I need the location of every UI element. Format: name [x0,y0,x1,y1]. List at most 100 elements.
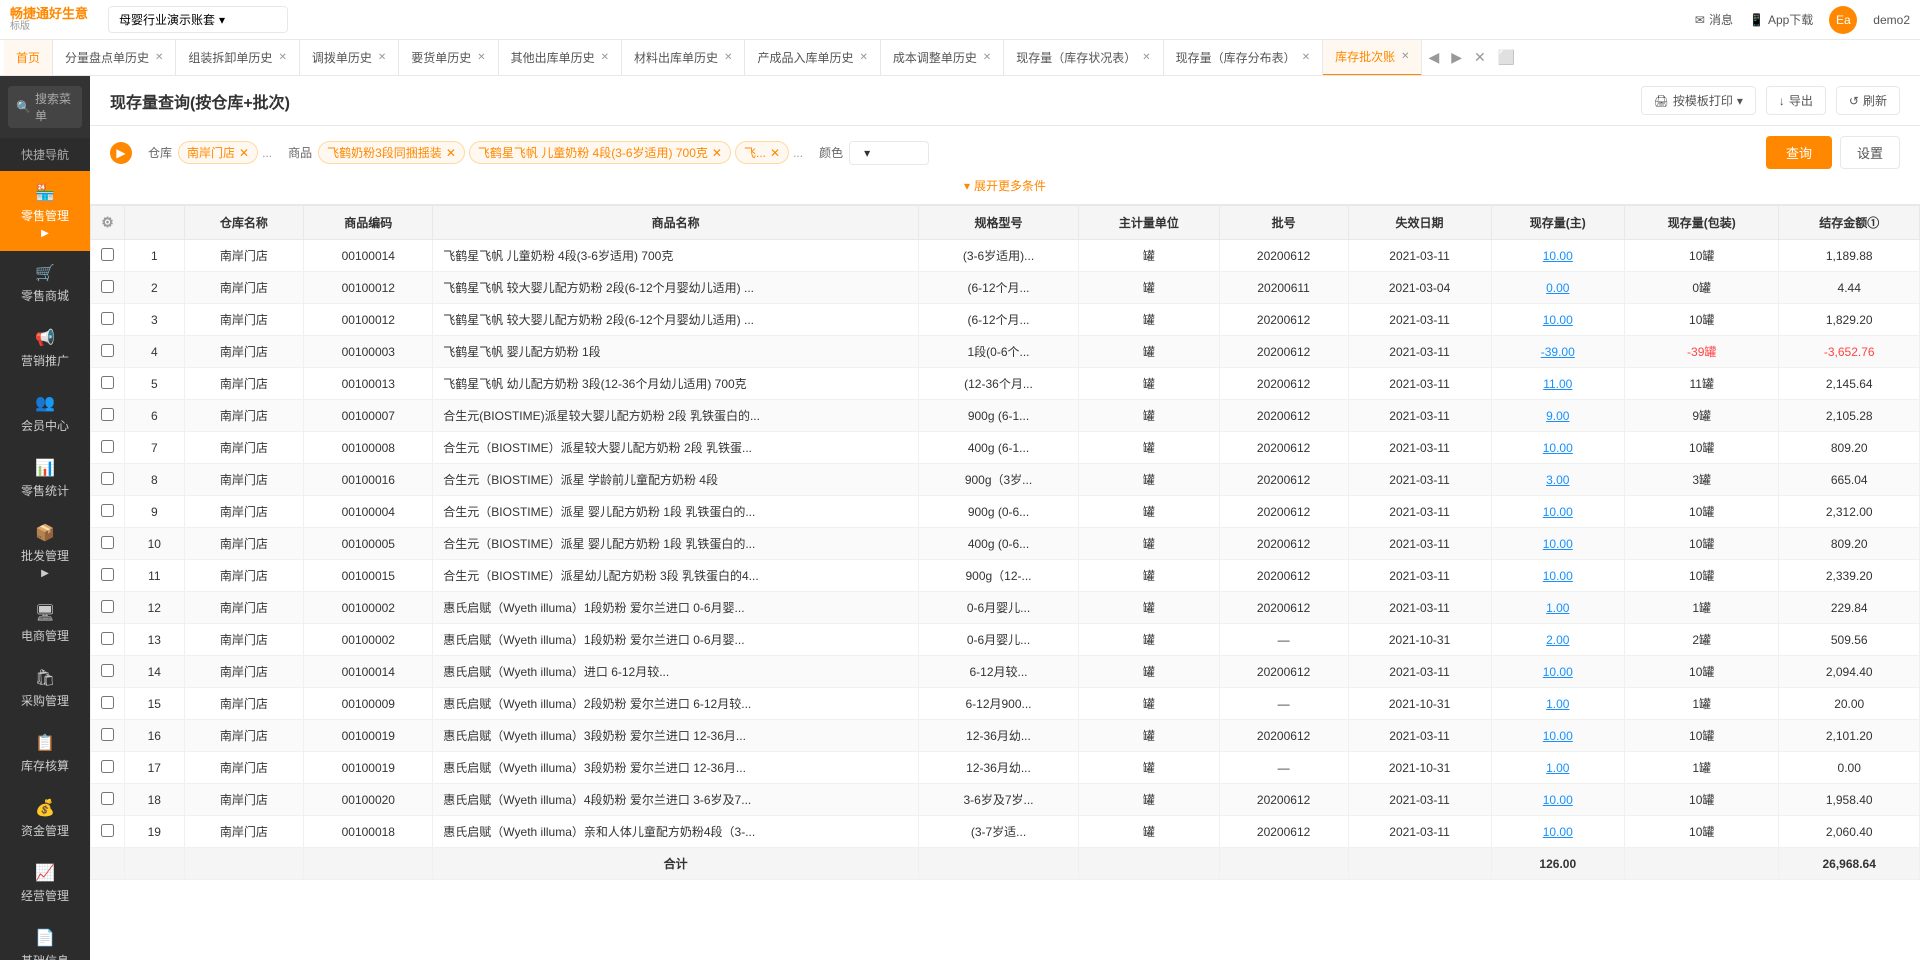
remove-product-tag-1-icon[interactable]: ✕ [446,146,456,160]
tab-11-active[interactable]: 库存批次账 ✕ [1323,40,1422,76]
tab-close-all-btn[interactable]: ✕ [1468,49,1492,66]
tab-3[interactable]: 调拨单历史 ✕ [300,40,399,76]
row-qty-main[interactable]: 11.00 [1491,368,1625,400]
table-row[interactable]: 10 南岸门店 00100005 合生元（BIOSTIME）派星 婴儿配方奶粉 … [91,528,1920,560]
table-row[interactable]: 8 南岸门店 00100016 合生元（BIOSTIME）派星 学龄前儿童配方奶… [91,464,1920,496]
row-qty-main[interactable]: 10.00 [1491,656,1625,688]
sidebar-item-ecommerce[interactable]: 🖥 电商管理 [0,591,90,656]
setting-btn[interactable]: 设置 [1840,136,1900,169]
message-btn[interactable]: ✉ 消息 [1695,11,1733,28]
sidebar-item-marketing[interactable]: 📢 营销推广 [0,316,90,381]
close-tab-9-icon[interactable]: ✕ [1142,52,1150,63]
row-qty-main[interactable]: 10.00 [1491,304,1625,336]
close-tab-5-icon[interactable]: ✕ [601,52,609,63]
warehouse-more[interactable]: ... [262,146,272,160]
refresh-btn[interactable]: ↺ 刷新 [1836,86,1900,115]
row-checkbox[interactable] [101,536,114,549]
table-row[interactable]: 6 南岸门店 00100007 合生元(BIOSTIME)派星较大婴儿配方奶粉 … [91,400,1920,432]
close-tab-8-icon[interactable]: ✕ [983,52,991,63]
table-row[interactable]: 11 南岸门店 00100015 合生元（BIOSTIME）派星幼儿配方奶粉 3… [91,560,1920,592]
sidebar-item-finance[interactable]: 💰 资金管理 [0,786,90,851]
close-tab-11-icon[interactable]: ✕ [1401,51,1409,62]
tab-1[interactable]: 分量盘点单历史 ✕ [53,40,176,76]
table-row[interactable]: 14 南岸门店 00100014 惠氏启赋（Wyeth illuma）进口 6-… [91,656,1920,688]
product-tag-2[interactable]: 飞鹤星飞帆 儿童奶粉 4段(3-6岁适用) 700克 ✕ [469,141,731,164]
tab-next-btn[interactable]: ▶ [1445,49,1468,66]
row-checkbox[interactable] [101,472,114,485]
expand-more-btn[interactable]: ▾ 展开更多条件 [110,177,1900,194]
remove-product-tag-2-icon[interactable]: ✕ [712,146,722,160]
sidebar-item-base[interactable]: 📄 基础信息 [0,916,90,960]
table-row[interactable]: 4 南岸门店 00100003 飞鹤星飞帆 婴儿配方奶粉 1段 1段(0-6个.… [91,336,1920,368]
close-tab-10-icon[interactable]: ✕ [1302,52,1310,63]
row-checkbox[interactable] [101,568,114,581]
row-checkbox[interactable] [101,312,114,325]
sidebar-item-stats[interactable]: 📊 零售统计 [0,446,90,511]
sidebar-search[interactable]: 🔍 搜索菜单 [0,76,90,138]
tab-4[interactable]: 要货单历史 ✕ [399,40,498,76]
tab-maximize-btn[interactable]: ⬜ [1492,49,1521,66]
tab-prev-btn[interactable]: ◀ [1422,49,1445,66]
row-qty-main[interactable]: -39.00 [1491,336,1625,368]
row-qty-main[interactable]: 0.00 [1491,272,1625,304]
table-row[interactable]: 16 南岸门店 00100019 惠氏启赋（Wyeth illuma）3段奶粉 … [91,720,1920,752]
row-checkbox[interactable] [101,248,114,261]
row-qty-main[interactable]: 10.00 [1491,432,1625,464]
sidebar-item-operation[interactable]: 📈 经营管理 [0,851,90,916]
row-qty-main[interactable]: 3.00 [1491,464,1625,496]
quick-nav-btn[interactable]: 快捷导航 [0,138,90,171]
tab-9[interactable]: 现存量（库存状况表） ✕ [1004,40,1163,76]
row-checkbox[interactable] [101,824,114,837]
row-qty-main[interactable]: 1.00 [1491,688,1625,720]
settings-icon[interactable]: ⚙ [101,214,114,230]
query-btn[interactable]: 查询 [1766,136,1832,169]
row-checkbox[interactable] [101,760,114,773]
table-row[interactable]: 13 南岸门店 00100002 惠氏启赋（Wyeth illuma）1段奶粉 … [91,624,1920,656]
product-tag-1[interactable]: 飞鹤奶粉3段同捆揺装 ✕ [318,141,465,164]
row-qty-main[interactable]: 1.00 [1491,752,1625,784]
tab-10[interactable]: 现存量（库存分布表） ✕ [1164,40,1323,76]
row-checkbox[interactable] [101,632,114,645]
sidebar-item-retail-mall[interactable]: 🛒 零售商城 [0,251,90,316]
table-row[interactable]: 7 南岸门店 00100008 合生元（BIOSTIME）派星较大婴儿配方奶粉 … [91,432,1920,464]
row-checkbox[interactable] [101,344,114,357]
row-qty-main[interactable]: 10.00 [1491,784,1625,816]
row-qty-main[interactable]: 2.00 [1491,624,1625,656]
tab-5[interactable]: 其他出库单历史 ✕ [499,40,622,76]
tab-2[interactable]: 组装拆卸单历史 ✕ [176,40,299,76]
row-checkbox[interactable] [101,440,114,453]
row-qty-main[interactable]: 1.00 [1491,592,1625,624]
app-download-btn[interactable]: 📱 App下载 [1749,11,1813,28]
table-row[interactable]: 3 南岸门店 00100012 飞鹤星飞帆 较大婴儿配方奶粉 2段(6-12个月… [91,304,1920,336]
warehouse-tag-1[interactable]: 南岸门店 ✕ [178,141,258,164]
table-row[interactable]: 9 南岸门店 00100004 合生元（BIOSTIME）派星 婴儿配方奶粉 1… [91,496,1920,528]
tab-8[interactable]: 成本调整单历史 ✕ [881,40,1004,76]
row-checkbox[interactable] [101,504,114,517]
sidebar-item-purchase[interactable]: 🛍 采购管理 [0,656,90,721]
row-checkbox[interactable] [101,664,114,677]
col-settings[interactable]: ⚙ [91,206,125,240]
close-tab-2-icon[interactable]: ✕ [278,52,286,63]
close-tab-4-icon[interactable]: ✕ [477,52,485,63]
row-checkbox[interactable] [101,600,114,613]
table-row[interactable]: 2 南岸门店 00100012 飞鹤星飞帆 较大婴儿配方奶粉 2段(6-12个月… [91,272,1920,304]
row-qty-main[interactable]: 10.00 [1491,496,1625,528]
color-dropdown[interactable]: ▾ [849,141,929,165]
table-row[interactable]: 18 南岸门店 00100020 惠氏启赋（Wyeth illuma）4段奶粉 … [91,784,1920,816]
row-qty-main[interactable]: 10.00 [1491,816,1625,848]
sidebar-item-wholesale[interactable]: 📦 批发管理 ▶ [0,511,90,591]
close-tab-1-icon[interactable]: ✕ [155,52,163,63]
row-qty-main[interactable]: 10.00 [1491,528,1625,560]
row-checkbox[interactable] [101,696,114,709]
sidebar-item-retail[interactable]: 🏪 零售管理 ▶ [0,171,90,251]
product-tag-3[interactable]: 飞... ✕ [735,141,789,164]
export-btn[interactable]: ↓ 导出 [1766,86,1826,115]
row-checkbox[interactable] [101,728,114,741]
remove-warehouse-tag-icon[interactable]: ✕ [239,146,249,160]
row-checkbox[interactable] [101,280,114,293]
sidebar-item-inventory[interactable]: 📋 库存核算 [0,721,90,786]
product-more[interactable]: ... [793,146,803,160]
user-avatar[interactable]: Ea [1829,6,1857,34]
row-checkbox[interactable] [101,376,114,389]
close-tab-3-icon[interactable]: ✕ [378,52,386,63]
